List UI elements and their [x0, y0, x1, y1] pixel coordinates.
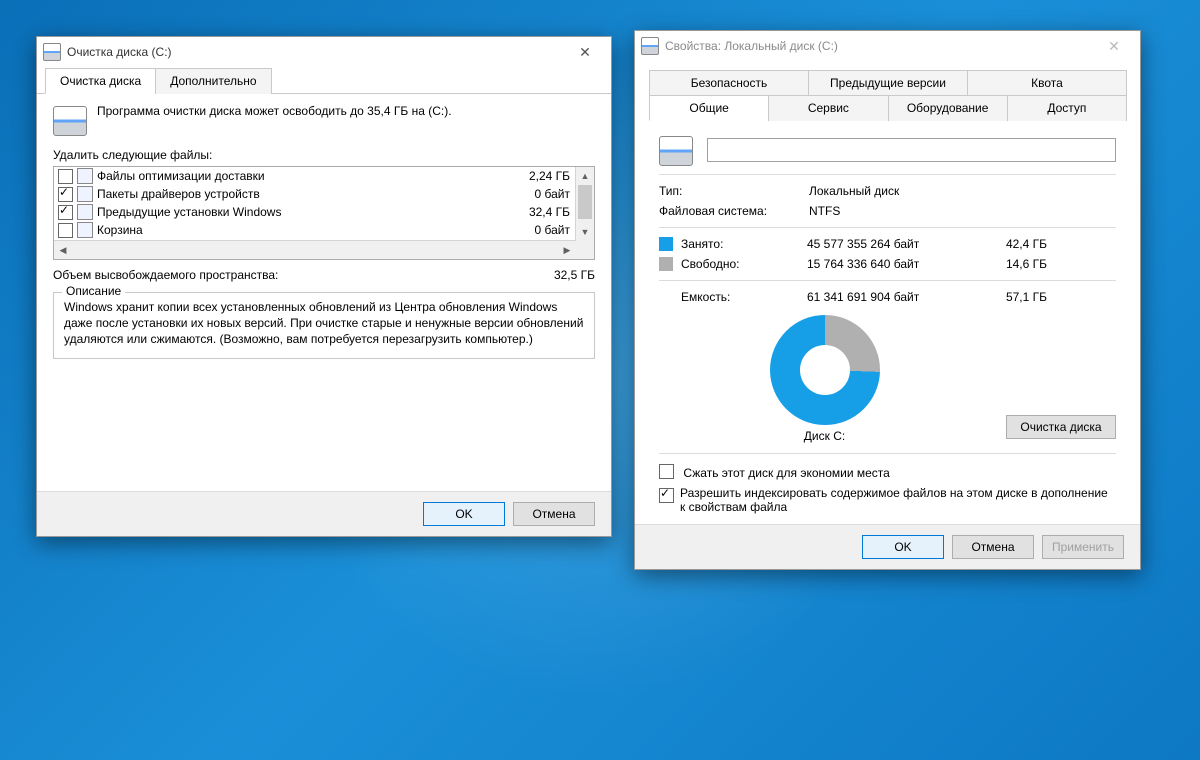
scroll-corner: [576, 241, 594, 259]
free-bytes: 15 764 336 640 байт: [807, 257, 977, 271]
titlebar: Очистка диска (C:) ✕: [37, 37, 611, 67]
usage-donut-chart: [770, 315, 880, 425]
file-icon: [77, 186, 93, 202]
disk-cleanup-button[interactable]: Очистка диска: [1006, 415, 1116, 439]
list-item[interactable]: Корзина 0 байт: [54, 221, 576, 239]
checkbox[interactable]: [58, 187, 73, 202]
checkbox[interactable]: [659, 488, 674, 503]
drive-icon: [641, 37, 659, 55]
chevron-left-icon[interactable]: ◀: [54, 241, 72, 259]
list-item[interactable]: Файлы оптимизации доставки 2,24 ГБ: [54, 167, 576, 185]
file-icon: [77, 168, 93, 184]
free-gb: 14,6 ГБ: [977, 257, 1047, 271]
apply-button[interactable]: Применить: [1042, 535, 1124, 559]
button-bar: OK Отмена: [37, 491, 611, 536]
fs-value: NTFS: [809, 204, 840, 218]
tab-security[interactable]: Безопасность: [649, 70, 809, 95]
drive-icon: [659, 136, 693, 166]
drive-icon: [43, 43, 61, 61]
cancel-button[interactable]: Отмена: [952, 535, 1034, 559]
chevron-down-icon[interactable]: ▼: [576, 223, 594, 241]
list-item[interactable]: Предыдущие установки Windows 32,4 ГБ: [54, 203, 576, 221]
tab-prev-versions[interactable]: Предыдущие версии: [808, 70, 968, 95]
tabstrip: Очистка диска Дополнительно: [37, 67, 611, 94]
window-title: Свойства: Локальный диск (C:): [665, 39, 838, 53]
description-group: Описание Windows хранит копии всех устан…: [53, 292, 595, 359]
capacity-bytes: 61 341 691 904 байт: [807, 290, 977, 304]
file-list[interactable]: Файлы оптимизации доставки 2,24 ГБ Пакет…: [53, 166, 595, 260]
compress-option[interactable]: Сжать этот диск для экономии места: [659, 462, 1116, 480]
files-label: Удалить следующие файлы:: [53, 148, 595, 162]
free-label: Свободно:: [681, 257, 807, 271]
close-icon[interactable]: ✕: [565, 37, 605, 67]
type-label: Тип:: [659, 184, 809, 198]
button-bar: OK Отмена Применить: [635, 524, 1140, 569]
volume-name-input[interactable]: [707, 138, 1116, 162]
list-item[interactable]: Пакеты драйверов устройств 0 байт: [54, 185, 576, 203]
scrollbar-vertical[interactable]: ▲ ▼: [575, 167, 594, 241]
free-swatch: [659, 257, 673, 271]
used-bytes: 45 577 355 264 байт: [807, 237, 977, 251]
drive-properties-window: Свойства: Локальный диск (C:) ✕ Безопасн…: [634, 30, 1141, 570]
used-gb: 42,4 ГБ: [977, 237, 1047, 251]
tab-cleanup[interactable]: Очистка диска: [45, 68, 156, 94]
file-icon: [77, 222, 93, 238]
capacity-gb: 57,1 ГБ: [977, 290, 1047, 304]
fs-label: Файловая система:: [659, 204, 809, 218]
cleanup-message: Программа очистки диска может освободить…: [97, 104, 452, 118]
tab-row-top: Безопасность Предыдущие версии Квота: [649, 69, 1126, 94]
tab-hardware[interactable]: Оборудование: [888, 95, 1008, 121]
cancel-button[interactable]: Отмена: [513, 502, 595, 526]
tab-row-bottom: Общие Сервис Оборудование Доступ: [649, 94, 1126, 120]
tab-sharing[interactable]: Доступ: [1007, 95, 1127, 121]
window-title: Очистка диска (C:): [67, 45, 172, 59]
tab-quota[interactable]: Квота: [967, 70, 1127, 95]
chevron-right-icon[interactable]: ▶: [558, 241, 576, 259]
description-text: Windows хранит копии всех установленных …: [64, 299, 584, 348]
checkbox[interactable]: [659, 464, 674, 479]
total-value: 32,5 ГБ: [554, 268, 595, 282]
scrollbar-horizontal[interactable]: ◀ ▶: [54, 240, 576, 259]
group-legend: Описание: [62, 284, 125, 298]
titlebar: Свойства: Локальный диск (C:) ✕: [635, 31, 1140, 61]
type-value: Локальный диск: [809, 184, 899, 198]
tab-more[interactable]: Дополнительно: [155, 68, 271, 94]
capacity-label: Емкость:: [681, 290, 807, 304]
ok-button[interactable]: OK: [862, 535, 944, 559]
chevron-up-icon[interactable]: ▲: [576, 167, 594, 185]
total-label: Объем высвобождаемого пространства:: [53, 268, 278, 282]
drive-icon: [53, 106, 87, 136]
used-swatch: [659, 237, 673, 251]
file-icon: [77, 204, 93, 220]
checkbox[interactable]: [58, 223, 73, 238]
tab-service[interactable]: Сервис: [768, 95, 888, 121]
checkbox[interactable]: [58, 205, 73, 220]
disk-cleanup-window: Очистка диска (C:) ✕ Очистка диска Допол…: [36, 36, 612, 537]
index-option[interactable]: Разрешить индексировать содержимое файло…: [659, 486, 1116, 514]
close-icon[interactable]: ✕: [1094, 31, 1134, 61]
ok-button[interactable]: OK: [423, 502, 505, 526]
scroll-thumb[interactable]: [578, 185, 592, 219]
used-label: Занято:: [681, 237, 807, 251]
chart-label: Диск C:: [659, 429, 990, 443]
tab-general[interactable]: Общие: [649, 95, 769, 121]
checkbox[interactable]: [58, 169, 73, 184]
